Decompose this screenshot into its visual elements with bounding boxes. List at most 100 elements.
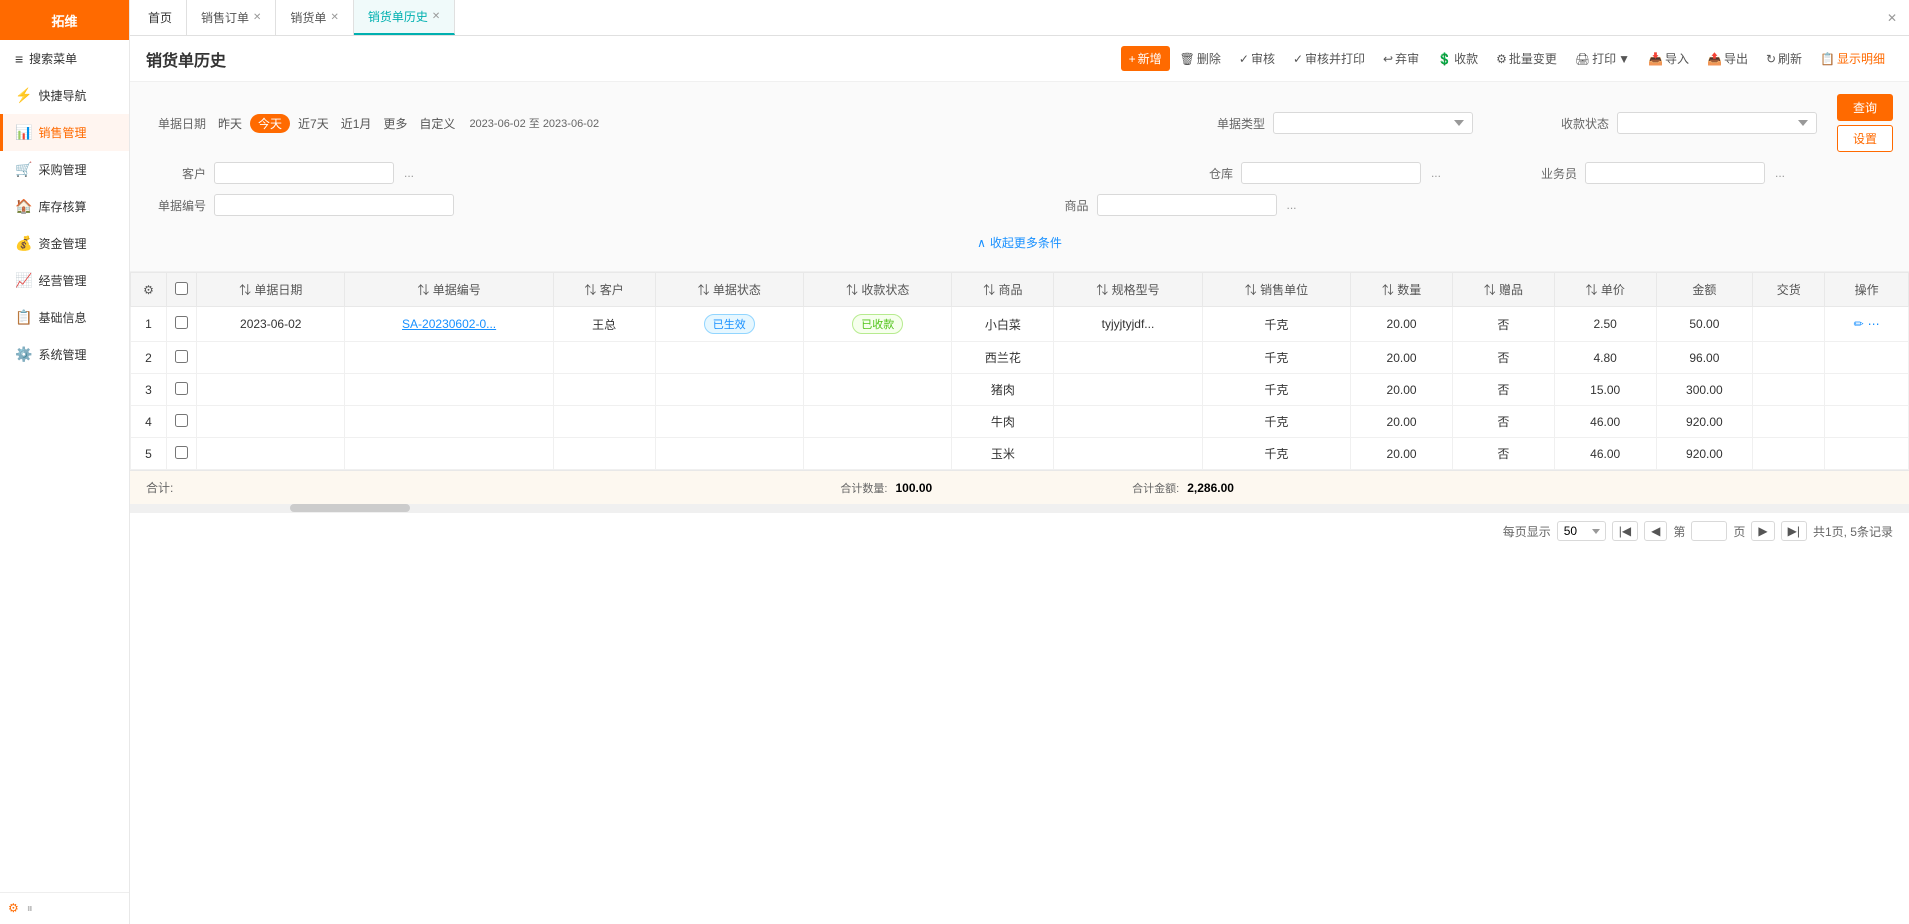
horizontal-scrollbar[interactable] bbox=[130, 504, 1909, 512]
sidebar-item-basic-info[interactable]: 📋 基础信息 bbox=[0, 299, 129, 336]
row-checkbox[interactable] bbox=[175, 446, 188, 459]
tab-sales-history-close[interactable]: ✕ bbox=[432, 11, 440, 22]
tab-sales-order[interactable]: 销售订单 ✕ bbox=[187, 0, 276, 35]
export-button[interactable]: 📤 导出 bbox=[1699, 46, 1756, 71]
col-doc-status: ⇅ 单据状态 bbox=[655, 273, 803, 307]
tab-bar-close[interactable]: ✕ bbox=[1879, 11, 1905, 25]
next-page-button[interactable]: ▶ bbox=[1751, 521, 1774, 541]
select-all-checkbox[interactable] bbox=[175, 282, 188, 295]
first-page-button[interactable]: |◀ bbox=[1612, 521, 1638, 541]
sales-person-dots[interactable]: ... bbox=[1775, 166, 1785, 180]
audit-label: 审核 bbox=[1251, 50, 1275, 67]
row-checkbox[interactable] bbox=[175, 316, 188, 329]
refresh-button[interactable]: ↻ 刷新 bbox=[1758, 46, 1810, 71]
sidebar-item-sales-mgmt[interactable]: 📊 销售管理 bbox=[0, 114, 129, 151]
row-goods: 猪肉 bbox=[952, 374, 1054, 406]
row-gift: 否 bbox=[1452, 342, 1554, 374]
sidebar-item-operations[interactable]: 📈 经营管理 bbox=[0, 262, 129, 299]
row-checkbox-cell[interactable] bbox=[167, 374, 197, 406]
collect-button[interactable]: 💲 收款 bbox=[1429, 46, 1486, 71]
warehouse-input[interactable] bbox=[1241, 162, 1421, 184]
sidebar-item-search-menu[interactable]: ≡ 搜索菜单 bbox=[0, 40, 129, 77]
customer-input[interactable] bbox=[214, 162, 394, 184]
row-price: 46.00 bbox=[1554, 406, 1656, 438]
footer-total-amount: 2,286.00 bbox=[1187, 481, 1234, 495]
customer-dots[interactable]: ... bbox=[404, 166, 414, 180]
row-checkbox-cell[interactable] bbox=[167, 342, 197, 374]
collapse-button[interactable]: ∧ 收起更多条件 bbox=[977, 230, 1062, 255]
tab-sales-goods-close[interactable]: ✕ bbox=[330, 12, 338, 23]
page-number-input[interactable]: 1 bbox=[1691, 521, 1727, 541]
sidebar-settings-icon[interactable]: ⚙ bbox=[8, 901, 19, 916]
sales-person-input[interactable] bbox=[1585, 162, 1765, 184]
tab-sales-goods[interactable]: 销货单 ✕ bbox=[276, 0, 353, 35]
per-page-select[interactable]: 50 100 200 bbox=[1557, 521, 1606, 541]
row-price: 15.00 bbox=[1554, 374, 1656, 406]
sidebar-item-inventory[interactable]: 🏠 库存核算 bbox=[0, 188, 129, 225]
sidebar-item-purchase-mgmt[interactable]: 🛒 采购管理 bbox=[0, 151, 129, 188]
tab-home[interactable]: 首页 bbox=[134, 0, 187, 35]
sidebar-collapse-icon[interactable]: ⏸ bbox=[27, 901, 33, 916]
batch-change-button[interactable]: ⚙ 批量变更 bbox=[1488, 46, 1565, 71]
delete-label: 删除 bbox=[1197, 50, 1221, 67]
print-button[interactable]: 🖨 打印 ▼ bbox=[1567, 46, 1638, 71]
new-button[interactable]: + 新增 bbox=[1121, 46, 1170, 71]
table-row: 5玉米千克20.00否46.00920.00 bbox=[131, 438, 1909, 470]
row-doc-number-link[interactable]: SA-20230602-0... bbox=[402, 317, 496, 331]
prev-page-button[interactable]: ◀ bbox=[1644, 521, 1667, 541]
date-tag-custom[interactable]: 自定义 bbox=[415, 114, 459, 133]
row-checkbox[interactable] bbox=[175, 382, 188, 395]
col-customer-label: ⇅ 客户 bbox=[584, 283, 623, 297]
sidebar-item-finance[interactable]: 💰 资金管理 bbox=[0, 225, 129, 262]
row-action bbox=[1825, 406, 1909, 438]
tab-sales-order-close[interactable]: ✕ bbox=[253, 12, 261, 23]
query-button[interactable]: 查询 bbox=[1837, 94, 1893, 121]
date-range-display: 2023-06-02 至 2023-06-02 bbox=[469, 115, 599, 131]
row-checkbox-cell[interactable] bbox=[167, 406, 197, 438]
date-tag-yesterday[interactable]: 昨天 bbox=[214, 114, 246, 133]
row-more-icon[interactable]: ⋯ bbox=[1868, 317, 1880, 331]
discard-button[interactable]: ↩ 弃审 bbox=[1375, 46, 1427, 71]
row-checkbox-cell[interactable] bbox=[167, 307, 197, 342]
row-checkbox[interactable] bbox=[175, 350, 188, 363]
date-tag-today[interactable]: 今天 bbox=[250, 114, 290, 133]
scroll-thumb[interactable] bbox=[290, 504, 410, 512]
sidebar-item-quick-nav[interactable]: ⚡ 快捷导航 bbox=[0, 77, 129, 114]
row-goods: 玉米 bbox=[952, 438, 1054, 470]
last-page-button[interactable]: ▶| bbox=[1781, 521, 1807, 541]
tab-sales-history[interactable]: 销货单历史 ✕ bbox=[354, 0, 455, 35]
footer-total-quantity: 100.00 bbox=[895, 481, 932, 495]
doc-number-input[interactable] bbox=[214, 194, 454, 216]
show-detail-button[interactable]: 📋 显示明细 bbox=[1812, 46, 1893, 71]
row-checkbox[interactable] bbox=[175, 414, 188, 427]
import-button[interactable]: 📥 导入 bbox=[1640, 46, 1697, 71]
col-spec: ⇅ 规格型号 bbox=[1054, 273, 1202, 307]
delete-button[interactable]: 🗑 删除 bbox=[1172, 46, 1229, 71]
delete-icon: 🗑 bbox=[1180, 52, 1195, 66]
goods-dots[interactable]: ... bbox=[1287, 198, 1297, 212]
date-tag-1month[interactable]: 近1月 bbox=[337, 114, 376, 133]
col-settings[interactable]: ⚙ bbox=[131, 273, 167, 307]
payment-status-select[interactable] bbox=[1617, 112, 1817, 134]
warehouse-dots[interactable]: ... bbox=[1431, 166, 1441, 180]
date-tag-7days[interactable]: 近7天 bbox=[294, 114, 333, 133]
audit-print-button[interactable]: ✓ 审核并打印 bbox=[1285, 46, 1373, 71]
export-label: 导出 bbox=[1724, 50, 1748, 67]
row-checkbox-cell[interactable] bbox=[167, 438, 197, 470]
col-action: 操作 bbox=[1825, 273, 1909, 307]
col-checkbox[interactable] bbox=[167, 273, 197, 307]
date-tag-more[interactable]: 更多 bbox=[379, 114, 411, 133]
row-doc-date bbox=[197, 438, 345, 470]
set-button[interactable]: 设置 bbox=[1837, 125, 1893, 152]
row-transaction bbox=[1753, 342, 1825, 374]
doc-type-select[interactable] bbox=[1273, 112, 1473, 134]
row-doc-date bbox=[197, 374, 345, 406]
audit-button[interactable]: ✓ 审核 bbox=[1231, 46, 1283, 71]
row-payment-status bbox=[803, 406, 951, 438]
sidebar-item-sys-mgmt[interactable]: ⚙️ 系统管理 bbox=[0, 336, 129, 373]
col-goods: ⇅ 商品 bbox=[952, 273, 1054, 307]
show-detail-label: 显示明细 bbox=[1837, 50, 1885, 67]
goods-input[interactable] bbox=[1097, 194, 1277, 216]
row-edit-icon[interactable]: ✏ bbox=[1854, 317, 1864, 331]
per-page-label: 每页显示 bbox=[1503, 523, 1551, 540]
